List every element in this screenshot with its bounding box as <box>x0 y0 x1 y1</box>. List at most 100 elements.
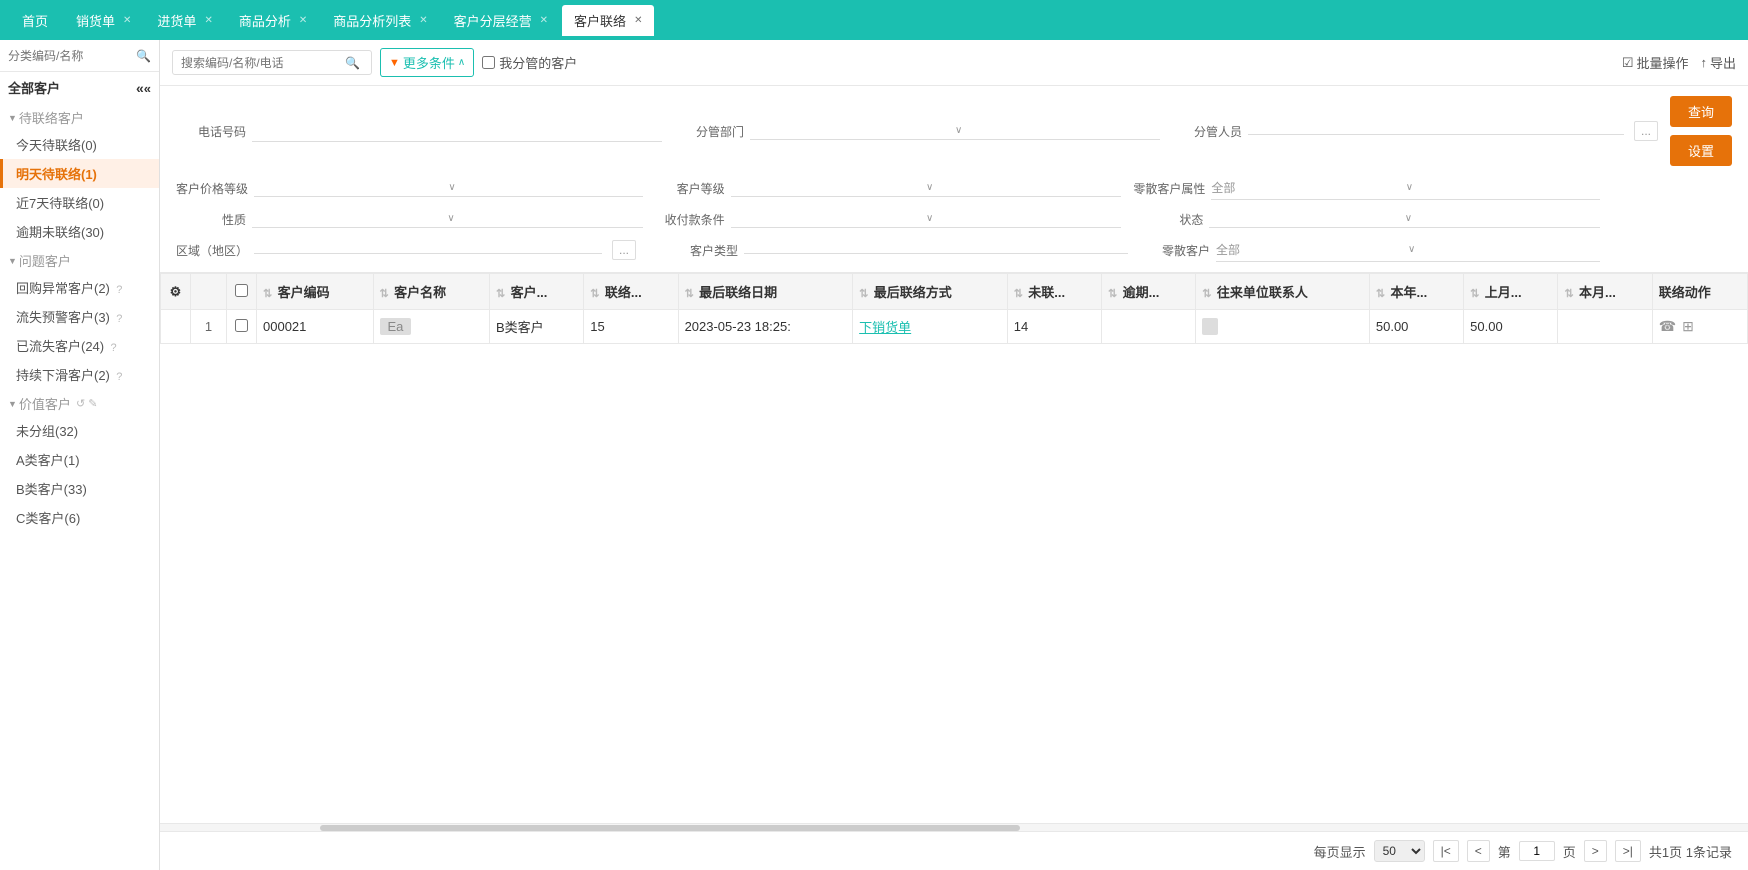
nav-home[interactable]: 首页 <box>8 5 62 36</box>
my-customers-checkbox[interactable] <box>482 56 495 69</box>
sidebar-item-churned[interactable]: 已流失客户(24) ? <box>0 331 159 360</box>
prev-page-btn[interactable]: < <box>1467 840 1490 862</box>
person-select[interactable] <box>1248 128 1624 135</box>
table-row: 1 000021 Ea B类客户 <box>161 310 1748 344</box>
sidebar-item-churn-warn[interactable]: 流失预警客户(3) ? <box>0 302 159 331</box>
nav-tab-3[interactable]: 商品分析列表 ✕ <box>321 5 439 36</box>
sidebar-item-week[interactable]: 近7天待联络(0) <box>0 188 159 217</box>
main-layout: 全部客户 « 待联络客户 今天待联络(0) 明天待联络(1) 近7天待联络(0)… <box>0 40 1748 870</box>
sidebar-collapse-icon[interactable]: « <box>136 80 151 96</box>
next-page-btn[interactable]: > <box>1584 840 1607 862</box>
batch-operation-btn[interactable]: ☑ 批量操作 <box>1622 53 1689 72</box>
group-pending-label[interactable]: 待联络客户 <box>0 103 159 130</box>
nav-tab-close-3[interactable]: ✕ <box>419 15 427 26</box>
col-gear: ⚙ <box>161 274 191 310</box>
setting-button[interactable]: 设置 <box>1670 135 1732 166</box>
person-ellipsis-btn[interactable]: ... <box>1634 121 1658 141</box>
cust-price-level-field: 客户价格等级 ∨ <box>176 179 643 197</box>
payment-select[interactable]: ∨ <box>731 210 1122 228</box>
cust-level-select[interactable]: ∨ <box>731 179 1122 197</box>
nav-tab-close-2[interactable]: ✕ <box>299 15 307 26</box>
customers-table: ⚙ ⇅ 客户编码 ⇅ 客户名称 <box>160 273 1748 344</box>
per-page-select[interactable]: 50 100 200 <box>1374 840 1425 862</box>
cust-type-field: 客户类型 <box>668 242 1128 259</box>
row-last-date-cell: 2023-05-23 18:25: <box>678 310 853 344</box>
sidebar-item-b-class[interactable]: B类客户(33) <box>0 474 159 503</box>
region-select[interactable] <box>254 247 602 254</box>
sidebar-item-ungrouped[interactable]: 未分组(32) <box>0 416 159 445</box>
phone-action-icon[interactable]: ☎ <box>1659 318 1676 335</box>
cust-price-level-select[interactable]: ∨ <box>254 179 643 197</box>
nav-tab-5[interactable]: 客户联络 ✕ <box>562 5 654 36</box>
group-problem-label[interactable]: 问题客户 <box>0 246 159 273</box>
retail-cust-select[interactable]: 全部 ∨ <box>1216 238 1600 262</box>
col-code: ⇅ 客户编码 <box>257 274 374 310</box>
first-page-btn[interactable]: |< <box>1433 840 1459 862</box>
payment-field: 收付款条件 ∨ <box>655 210 1122 228</box>
table-wrap: ⚙ ⇅ 客户编码 ⇅ 客户名称 <box>160 273 1748 823</box>
sidebar-item-today[interactable]: 今天待联络(0) <box>0 130 159 159</box>
select-all-checkbox[interactable] <box>235 284 248 297</box>
page-input[interactable] <box>1519 841 1555 861</box>
export-btn[interactable]: ↑ 导出 <box>1700 53 1736 72</box>
filter-row-3: 性质 ∨ 收付款条件 ∨ 状态 <box>176 210 1732 228</box>
col-contact: ⇅ 联络... <box>584 274 678 310</box>
row-num-cell: 1 <box>191 310 227 344</box>
more-conditions-btn[interactable]: ▼ 更多条件 ∧ <box>380 48 474 77</box>
search-icon[interactable] <box>345 55 360 70</box>
payment-arrow-icon: ∨ <box>926 213 1121 224</box>
nav-tab-2[interactable]: 商品分析 ✕ <box>227 5 319 36</box>
search-input[interactable] <box>181 56 341 70</box>
last-page-btn[interactable]: >| <box>1615 840 1641 862</box>
gear-icon[interactable]: ⚙ <box>170 284 182 299</box>
col-level: ⇅ 客户... <box>490 274 584 310</box>
dept-select[interactable]: ∨ <box>750 122 1160 140</box>
phone-field: 电话号码 <box>176 121 662 142</box>
phone-input[interactable] <box>252 121 662 142</box>
status-select[interactable]: ∨ <box>1209 210 1600 228</box>
row-name-cell: Ea <box>373 310 490 344</box>
sidebar-item-declining[interactable]: 持续下滑客户(2) ? <box>0 360 159 389</box>
sidebar-item-abnormal[interactable]: 回购异常客户(2) ? <box>0 273 159 302</box>
query-button[interactable]: 查询 <box>1670 96 1732 127</box>
export-icon: ↑ <box>1700 55 1707 70</box>
scroll-thumb[interactable] <box>320 825 1020 831</box>
nature-select[interactable]: ∨ <box>252 210 643 228</box>
toolbar-right: ☑ 批量操作 ↑ 导出 <box>1622 53 1736 72</box>
filter-toolbar: ▼ 更多条件 ∧ 我分管的客户 ☑ 批量操作 ↑ 导出 <box>160 40 1748 86</box>
cust-type-select[interactable] <box>744 247 1128 254</box>
row-checkbox[interactable] <box>235 319 248 332</box>
col-unit-contact: ⇅ 往来单位联系人 <box>1196 274 1370 310</box>
my-customers-checkbox-wrap[interactable]: 我分管的客户 <box>482 53 577 72</box>
group-value-label[interactable]: 价值客户 ↺ ✎ <box>0 389 159 416</box>
row-last-month-cell: 50.00 <box>1464 310 1558 344</box>
col-last-method: ⇅ 最后联络方式 <box>853 274 1008 310</box>
total-records: 共1页 1条记录 <box>1649 842 1732 861</box>
retail-attr-arrow-icon: ∨ <box>1406 182 1600 193</box>
sidebar-search-input[interactable] <box>8 49 132 63</box>
nav-tab-close-4[interactable]: ✕ <box>540 15 548 26</box>
sidebar-item-a-class[interactable]: A类客户(1) <box>0 445 159 474</box>
grid-action-icon[interactable]: ⊞ <box>1682 318 1694 335</box>
sidebar-item-c-class[interactable]: C类客户(6) <box>0 503 159 532</box>
col-name: ⇅ 客户名称 <box>373 274 490 310</box>
action-icons: ☎ ⊞ <box>1659 318 1741 335</box>
dept-field: 分管部门 ∨ <box>674 122 1160 140</box>
sidebar-item-tomorrow[interactable]: 明天待联络(1) <box>0 159 159 188</box>
sidebar-item-overdue[interactable]: 逾期未联络(30) <box>0 217 159 246</box>
nav-tab-close-0[interactable]: ✕ <box>123 15 131 26</box>
retail-attr-select[interactable]: 全部 ∨ <box>1211 176 1600 200</box>
region-field: 区域（地区） ... <box>176 240 636 260</box>
nav-tab-close-5[interactable]: ✕ <box>634 15 642 26</box>
col-this-month: ⇅ 本月... <box>1558 274 1652 310</box>
all-customers-header[interactable]: 全部客户 « <box>0 72 159 103</box>
row-gear-cell <box>161 310 191 344</box>
region-ellipsis-btn[interactable]: ... <box>612 240 636 260</box>
nav-tab-0[interactable]: 销货单 ✕ <box>64 5 143 36</box>
nav-tab-close-1[interactable]: ✕ <box>204 15 212 26</box>
per-page-label: 每页显示 <box>1314 842 1366 861</box>
nav-tab-4[interactable]: 客户分层经营 ✕ <box>442 5 560 36</box>
sidebar-search-icon[interactable] <box>136 48 151 63</box>
col-checkbox <box>227 274 257 310</box>
nav-tab-1[interactable]: 进货单 ✕ <box>145 5 224 36</box>
